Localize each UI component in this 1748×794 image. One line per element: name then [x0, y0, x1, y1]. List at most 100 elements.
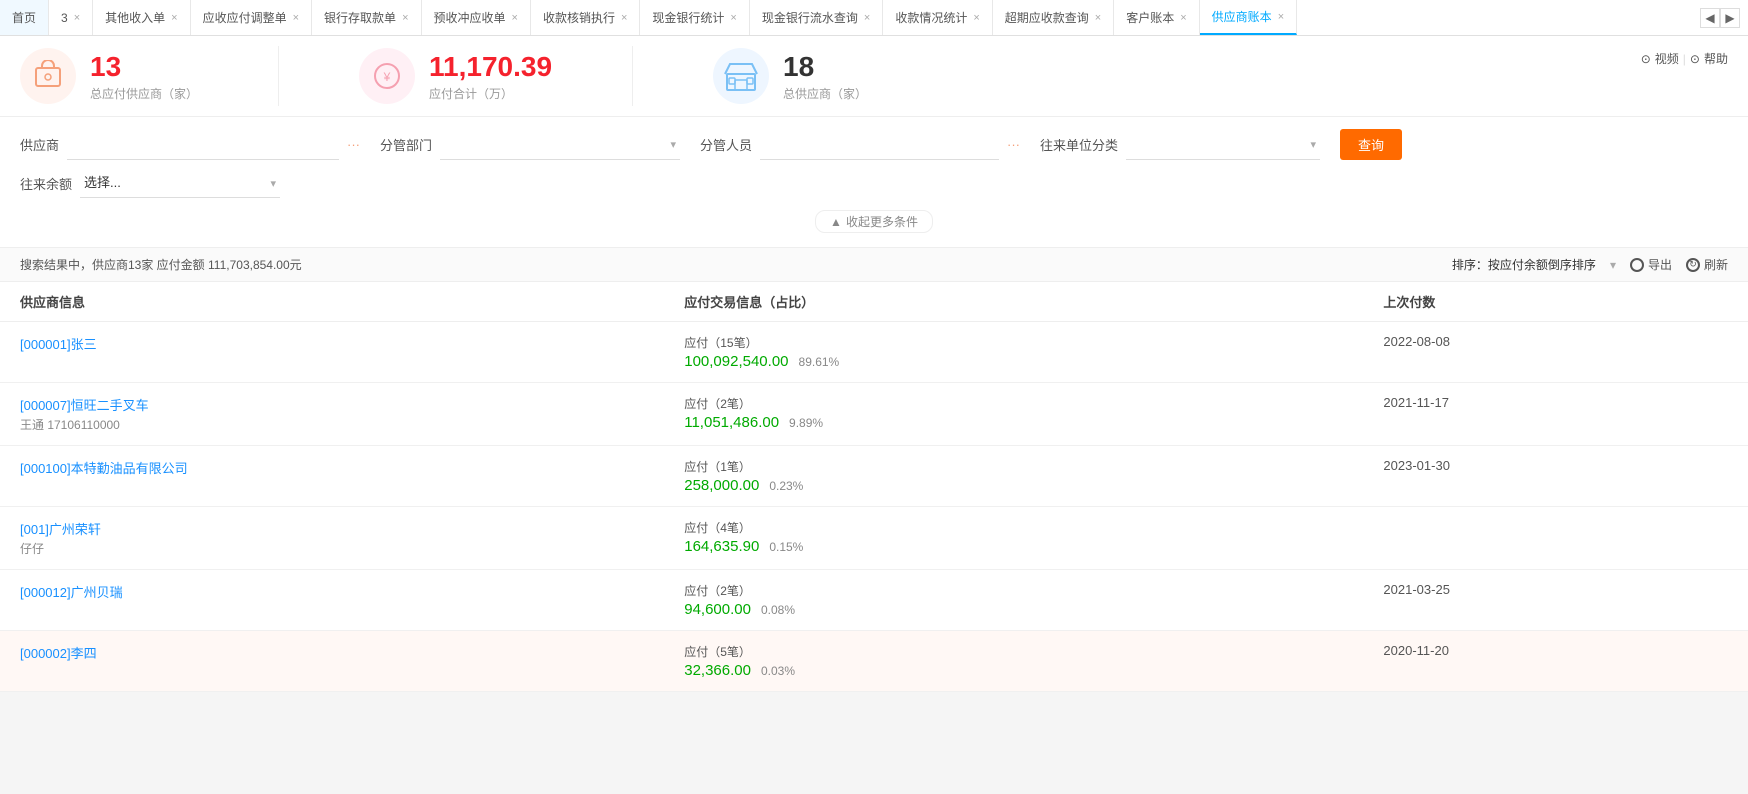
last-payment-date: 2021-11-17	[1383, 395, 1449, 410]
result-bar: 搜索结果中，供应商13家 应付金额 111,703,854.00元 排序：按应付…	[0, 248, 1748, 282]
result-summary: 搜索结果中，供应商13家 应付金额 111,703,854.00元	[20, 256, 302, 273]
dept-select[interactable]	[440, 130, 680, 160]
supplier-input[interactable]	[67, 130, 339, 160]
divider-1	[278, 46, 279, 106]
category-label: 往来单位分类	[1040, 135, 1118, 154]
last-payment-cell: 2022-08-08	[1363, 322, 1748, 383]
supplier-info-cell: [000002]李四	[0, 631, 664, 692]
tx-amount[interactable]: 164,635.90	[684, 538, 759, 555]
close-tab-overdue-query-icon[interactable]: ×	[1095, 12, 1101, 24]
category-select[interactable]	[1126, 130, 1320, 160]
last-payment-date: 2023-01-30	[1383, 458, 1450, 473]
table-header-row: 供应商信息 应付交易信息（占比） 上次付数	[0, 282, 1748, 322]
sort-label[interactable]: 排序：按应付余额倒序排序	[1452, 256, 1596, 273]
close-tab-cash-bank-stat-icon[interactable]: ×	[730, 12, 736, 24]
nav-tab-3[interactable]: 3 ×	[49, 0, 93, 35]
store-icon	[713, 48, 769, 104]
supplier-info-cell: [000100]本特勤油品有限公司	[0, 446, 664, 507]
nav-tab-collect-verify[interactable]: 收款核销执行 ×	[531, 0, 640, 35]
tx-amount[interactable]: 258,000.00	[684, 477, 759, 494]
tx-amount[interactable]: 94,600.00	[684, 601, 751, 618]
supplier-table: 供应商信息 应付交易信息（占比） 上次付数 [000001]张三应付（15笔）1…	[0, 282, 1748, 692]
supplier-icon	[20, 48, 76, 104]
refresh-icon: ↻	[1686, 258, 1700, 272]
supplier-link[interactable]: [001]广州荣轩	[20, 522, 101, 537]
close-tab-cash-flow-query-icon[interactable]: ×	[864, 12, 870, 24]
nav-left-arrow[interactable]: ◀	[1700, 8, 1720, 28]
tx-info-cell: 应付（2笔） 94,600.00 0.08%	[664, 570, 1363, 631]
refresh-action[interactable]: ↻ 刷新	[1686, 256, 1728, 273]
nav-tab-customer-ledger[interactable]: 客户账本 ×	[1114, 0, 1199, 35]
collapse-label: 收起更多条件	[846, 213, 918, 230]
tx-amount[interactable]: 32,366.00	[684, 662, 751, 679]
nav-tab-cash-flow-query[interactable]: 现金银行流水查询 ×	[750, 0, 883, 35]
divider-2	[632, 46, 633, 106]
summary-card-suppliers: 13 总应付供应商（家）	[20, 48, 198, 104]
close-tab-collect-verify-icon[interactable]: ×	[621, 12, 627, 24]
close-tab-3-icon[interactable]: ×	[74, 12, 80, 24]
supplier-link[interactable]: [000100]本特勤油品有限公司	[20, 461, 188, 476]
sort-chevron-icon: ▾	[1610, 258, 1616, 272]
nav-tab-home[interactable]: 首页	[0, 0, 49, 35]
close-tab-bank-deposit-icon[interactable]: ×	[402, 12, 408, 24]
video-icon: ⊙	[1641, 52, 1651, 66]
export-action[interactable]: 导出	[1630, 256, 1672, 273]
nav-tab-overdue-query[interactable]: 超期应收款查询 ×	[993, 0, 1114, 35]
search-button[interactable]: 查询	[1340, 129, 1402, 160]
table-row: [000002]李四应付（5笔）32,366.000.03%2020-11-20	[0, 631, 1748, 692]
video-link[interactable]: 视频	[1655, 50, 1679, 67]
nav-tab-collect-stat[interactable]: 收款情况统计 ×	[883, 0, 992, 35]
close-tab-ar-adjust-icon[interactable]: ×	[293, 12, 299, 24]
supplier-info-cell: [000012]广州贝瑞	[0, 570, 664, 631]
supplier-more-icon[interactable]: ···	[347, 137, 360, 152]
collapse-row: ▲ 收起更多条件	[20, 206, 1728, 239]
tx-percent: 89.61%	[799, 355, 840, 369]
tx-label: 应付（2笔）	[684, 582, 1343, 599]
last-payment-date: 2020-11-20	[1383, 643, 1449, 658]
nav-tab-cash-bank-stat[interactable]: 现金银行统计 ×	[640, 0, 749, 35]
nav-tab-prepay-ar[interactable]: 预收冲应收单 ×	[422, 0, 531, 35]
filter-supplier: 供应商 ···	[20, 130, 360, 160]
close-tab-customer-ledger-icon[interactable]: ×	[1180, 12, 1186, 24]
tx-amount[interactable]: 100,092,540.00	[684, 353, 788, 370]
tx-percent: 0.08%	[761, 603, 795, 617]
supplier-link[interactable]: [000002]李四	[20, 646, 97, 661]
tx-info-cell: 应付（1笔）258,000.000.23%	[664, 446, 1363, 507]
filter-person: 分管人员 ···	[700, 130, 1020, 160]
person-input[interactable]	[760, 130, 999, 160]
nav-right-arrow[interactable]: ▶	[1720, 8, 1740, 28]
supplier-link[interactable]: [000012]广州贝瑞	[20, 585, 123, 600]
supplier-sub-info: 仔仔	[20, 540, 644, 557]
close-tab-prepay-ar-icon[interactable]: ×	[512, 12, 518, 24]
tx-label: 应付（5笔）	[684, 643, 1343, 660]
right-actions: 排序：按应付余额倒序排序 ▾ 导出 ↻ 刷新	[1452, 256, 1728, 273]
close-tab-other-income-icon[interactable]: ×	[171, 12, 177, 24]
nav-tab-bank-deposit[interactable]: 银行存取款单 ×	[312, 0, 421, 35]
tx-percent: 0.15%	[769, 540, 803, 554]
table-row: [000012]广州贝瑞应付（2笔）94,600.000.08%2021-03-…	[0, 570, 1748, 631]
collapse-button[interactable]: ▲ 收起更多条件	[815, 210, 933, 233]
data-table-container: 供应商信息 应付交易信息（占比） 上次付数 [000001]张三应付（15笔）1…	[0, 282, 1748, 692]
close-tab-supplier-ledger-icon[interactable]: ×	[1278, 11, 1284, 23]
person-more-icon[interactable]: ···	[1007, 137, 1020, 152]
tx-info-cell: 应付（2笔）11,051,486.009.89%	[664, 383, 1363, 446]
payable-icon: ¥	[359, 48, 415, 104]
close-tab-collect-stat-icon[interactable]: ×	[973, 12, 979, 24]
table-row: [000007]恒旺二手叉车王通 17106110000应付（2笔）11,051…	[0, 383, 1748, 446]
last-payment-cell: 2021-11-17	[1363, 383, 1748, 446]
filter-row-1: 供应商 ··· 分管部门 ▾ 分管人员 ··· 往来单位分类	[20, 129, 1728, 160]
col-supplier-info: 供应商信息	[0, 282, 664, 322]
balance-select[interactable]: 选择...	[80, 168, 280, 198]
nav-tab-other-income[interactable]: 其他收入单 ×	[93, 0, 190, 35]
tx-info-cell: 应付（4笔）164,635.900.15%	[664, 507, 1363, 570]
nav-tab-supplier-ledger[interactable]: 供应商账本 ×	[1200, 0, 1297, 35]
top-navigation: 首页 3 × 其他收入单 × 应收应付调整单 × 银行存取款单 × 预收冲应收单…	[0, 0, 1748, 36]
nav-tab-ar-adjust[interactable]: 应收应付调整单 ×	[191, 0, 312, 35]
person-label: 分管人员	[700, 135, 752, 154]
help-link[interactable]: 帮助	[1704, 50, 1728, 67]
summary-card-total: 18 总供应商（家）	[713, 48, 867, 104]
supplier-link[interactable]: [000001]张三	[20, 337, 97, 352]
tx-amount[interactable]: 11,051,486.00	[684, 414, 779, 431]
supplier-link[interactable]: [000007]恒旺二手叉车	[20, 398, 149, 413]
export-icon	[1630, 258, 1644, 272]
